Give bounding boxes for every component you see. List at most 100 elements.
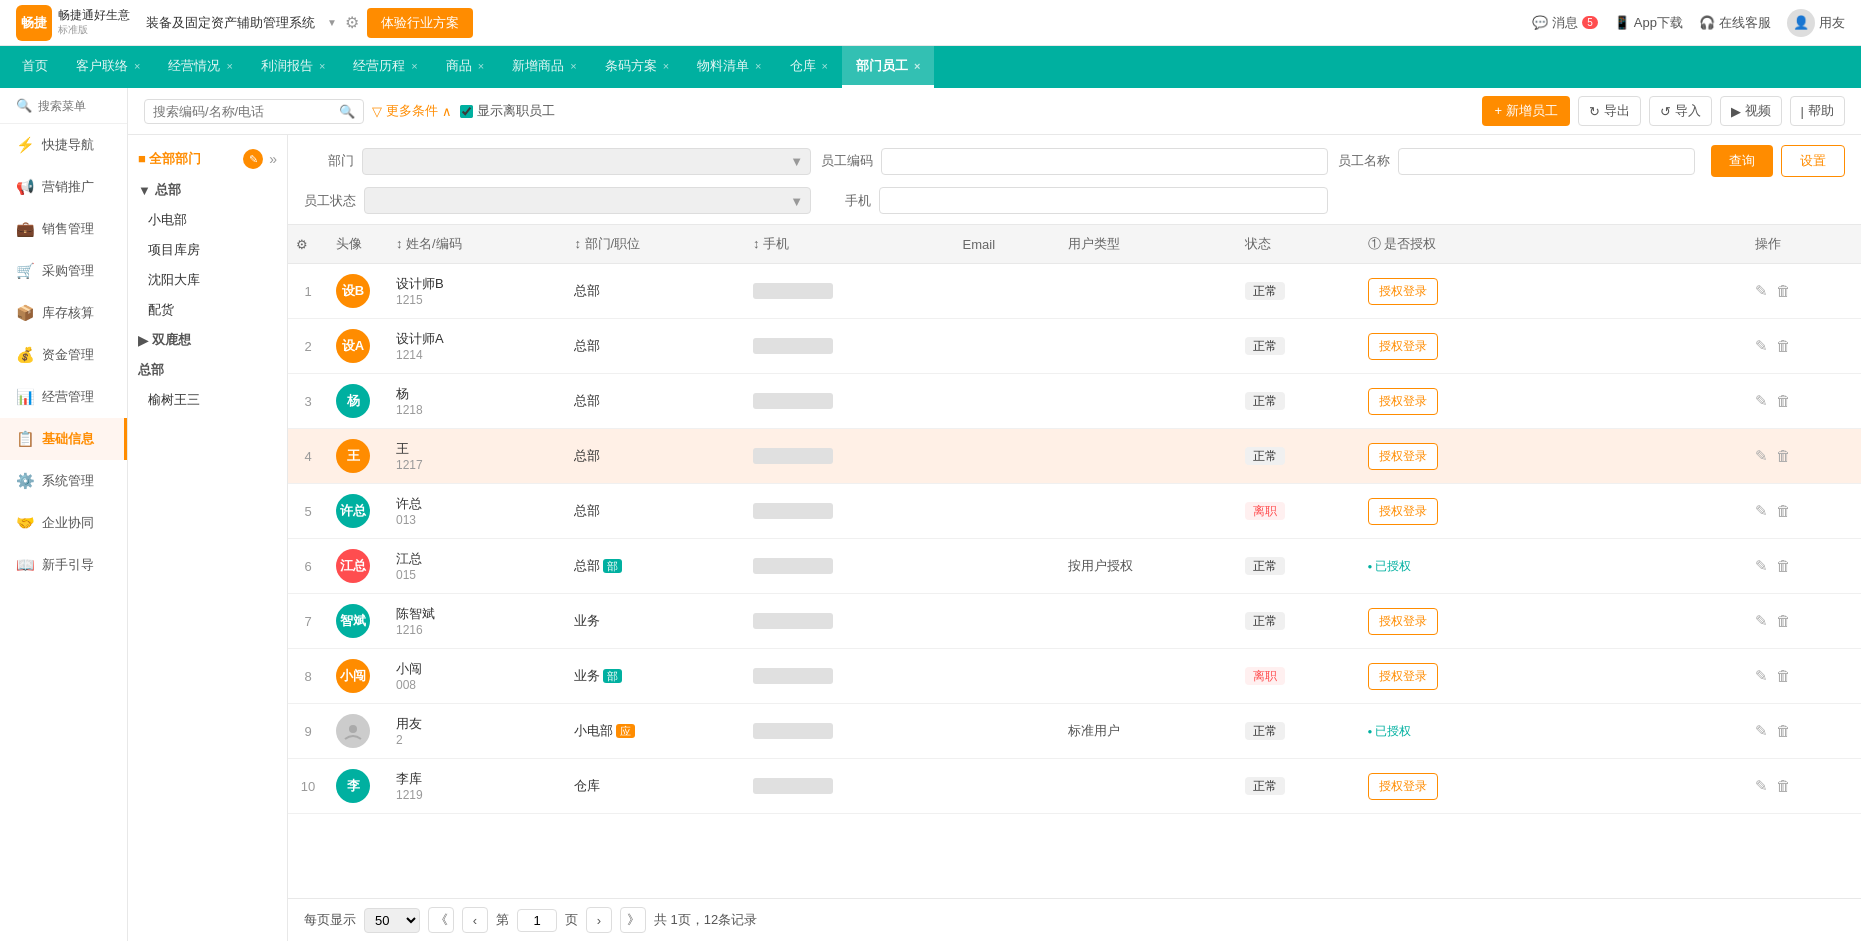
export-button[interactable]: ↻ 导出	[1578, 96, 1641, 126]
tab-history-close[interactable]: ×	[411, 60, 417, 72]
import-button[interactable]: ↺ 导入	[1649, 96, 1712, 126]
tab-operation[interactable]: 经营情况×	[154, 46, 246, 88]
sidebar-item-operation[interactable]: 📊 经营管理	[0, 376, 127, 418]
first-page-btn[interactable]: 《	[428, 907, 454, 933]
tab-material[interactable]: 物料清单×	[683, 46, 775, 88]
dept-edit-icon-btn[interactable]: ✎	[243, 149, 263, 169]
setting-button[interactable]: 设置	[1781, 145, 1845, 177]
empname-filter-input[interactable]	[1398, 148, 1695, 175]
delete-icon[interactable]: 🗑	[1776, 282, 1791, 300]
next-page-btn[interactable]: ›	[586, 907, 612, 933]
show-resign-label[interactable]: 显示离职员工	[460, 102, 555, 120]
dept-item-pumiuwang[interactable]: 榆树王三	[128, 385, 287, 415]
tab-home[interactable]: 首页	[8, 46, 62, 88]
tab-add-goods-close[interactable]: ×	[570, 60, 576, 72]
sidebar-item-inventory[interactable]: 📦 库存核算	[0, 292, 127, 334]
tab-department[interactable]: 部门员工×	[842, 46, 934, 88]
sidebar-item-marketing[interactable]: 📢 营销推广	[0, 166, 127, 208]
delete-icon[interactable]: 🗑	[1776, 337, 1791, 355]
help-button[interactable]: | 帮助	[1790, 96, 1845, 126]
edit-icon[interactable]: ✎	[1755, 612, 1768, 630]
tab-history[interactable]: 经营历程×	[339, 46, 431, 88]
auth-button[interactable]: 授权登录	[1368, 443, 1438, 470]
trial-button[interactable]: 体验行业方案	[367, 8, 473, 38]
dept-item-shenyang[interactable]: 沈阳大库	[128, 265, 287, 295]
edit-icon[interactable]: ✎	[1755, 392, 1768, 410]
search-icon[interactable]: 🔍	[339, 104, 355, 119]
sidebar-item-system[interactable]: ⚙️ 系统管理	[0, 460, 127, 502]
tab-customer-close[interactable]: ×	[134, 60, 140, 72]
app-download-item[interactable]: 📱 App下载	[1614, 14, 1683, 32]
more-filter-button[interactable]: ▽ 更多条件 ∧	[372, 102, 452, 120]
auth-button[interactable]: 授权登录	[1368, 773, 1438, 800]
sidebar-item-quick-nav[interactable]: ⚡ 快捷导航	[0, 124, 127, 166]
tab-department-close[interactable]: ×	[914, 60, 920, 72]
add-employee-button[interactable]: + 新增员工	[1482, 96, 1569, 126]
auth-button[interactable]: 授权登录	[1368, 663, 1438, 690]
auth-button[interactable]: 授权登录	[1368, 278, 1438, 305]
dept-collapse-btn[interactable]: »	[269, 149, 277, 169]
tab-barcode[interactable]: 条码方案×	[591, 46, 683, 88]
edit-icon[interactable]: ✎	[1755, 667, 1768, 685]
system-dropdown-icon[interactable]: ▼	[327, 17, 337, 28]
dept-item-zongbu2[interactable]: 总部	[128, 355, 287, 385]
delete-icon[interactable]: 🗑	[1776, 392, 1791, 410]
empcode-filter-input[interactable]	[881, 148, 1328, 175]
edit-icon[interactable]: ✎	[1755, 337, 1768, 355]
sidebar-item-purchase[interactable]: 🛒 采购管理	[0, 250, 127, 292]
auth-button[interactable]: 授权登录	[1368, 608, 1438, 635]
auth-button[interactable]: 授权登录	[1368, 333, 1438, 360]
message-item[interactable]: 💬 消息 5	[1532, 14, 1598, 32]
dept-item-peihuo[interactable]: 配货	[128, 295, 287, 325]
tab-warehouse[interactable]: 仓库×	[776, 46, 842, 88]
prev-page-btn[interactable]: ‹	[462, 907, 488, 933]
dept-item-xiangmu[interactable]: 项目库房	[128, 235, 287, 265]
settings-icon[interactable]: ⚙	[345, 13, 359, 32]
edit-icon[interactable]: ✎	[1755, 447, 1768, 465]
tab-add-goods[interactable]: 新增商品×	[498, 46, 590, 88]
phone-filter-input[interactable]	[879, 187, 1328, 214]
sidebar-item-sales[interactable]: 💼 销售管理	[0, 208, 127, 250]
auth-button[interactable]: 授权登录	[1368, 388, 1438, 415]
tab-material-close[interactable]: ×	[755, 60, 761, 72]
page-number-input[interactable]	[517, 909, 557, 932]
delete-icon[interactable]: 🗑	[1776, 722, 1791, 740]
auth-button[interactable]: 授权登录	[1368, 498, 1438, 525]
sidebar-item-basic-info[interactable]: 📋 基础信息	[0, 418, 127, 460]
tab-goods-close[interactable]: ×	[478, 60, 484, 72]
dept-item-zongbu-group[interactable]: ▼ 总部	[128, 175, 287, 205]
dept-item-xiaodian[interactable]: 小电部	[128, 205, 287, 235]
dept-all-label[interactable]: ■ 全部部门	[138, 150, 201, 168]
status-select[interactable]	[364, 187, 811, 214]
sidebar-item-cooperation[interactable]: 🤝 企业协同	[0, 502, 127, 544]
user-item[interactable]: 👤 用友	[1787, 9, 1845, 37]
tab-barcode-close[interactable]: ×	[663, 60, 669, 72]
page-size-select[interactable]: 50 100	[364, 908, 420, 933]
edit-icon[interactable]: ✎	[1755, 502, 1768, 520]
edit-icon[interactable]: ✎	[1755, 722, 1768, 740]
online-service-item[interactable]: 🎧 在线客服	[1699, 14, 1771, 32]
search-input[interactable]	[153, 104, 333, 119]
edit-icon[interactable]: ✎	[1755, 777, 1768, 795]
search-button[interactable]: 查询	[1711, 145, 1773, 177]
sidebar-item-guide[interactable]: 📖 新手引导	[0, 544, 127, 586]
last-page-btn[interactable]: 》	[620, 907, 646, 933]
edit-icon[interactable]: ✎	[1755, 282, 1768, 300]
dept-item-shuangsi[interactable]: ▶ 双鹿想	[128, 325, 287, 355]
sidebar-search-input[interactable]	[38, 99, 118, 113]
delete-icon[interactable]: 🗑	[1776, 502, 1791, 520]
show-resign-checkbox[interactable]	[460, 105, 473, 118]
tab-profit[interactable]: 利润报告×	[247, 46, 339, 88]
tab-profit-close[interactable]: ×	[319, 60, 325, 72]
delete-icon[interactable]: 🗑	[1776, 447, 1791, 465]
tab-customer[interactable]: 客户联络×	[62, 46, 154, 88]
tab-goods[interactable]: 商品×	[432, 46, 498, 88]
delete-icon[interactable]: 🗑	[1776, 777, 1791, 795]
edit-icon[interactable]: ✎	[1755, 557, 1768, 575]
view-button[interactable]: ▶ 视频	[1720, 96, 1782, 126]
tab-warehouse-close[interactable]: ×	[822, 60, 828, 72]
sidebar-item-finance[interactable]: 💰 资金管理	[0, 334, 127, 376]
tab-operation-close[interactable]: ×	[226, 60, 232, 72]
delete-icon[interactable]: 🗑	[1776, 612, 1791, 630]
delete-icon[interactable]: 🗑	[1776, 667, 1791, 685]
